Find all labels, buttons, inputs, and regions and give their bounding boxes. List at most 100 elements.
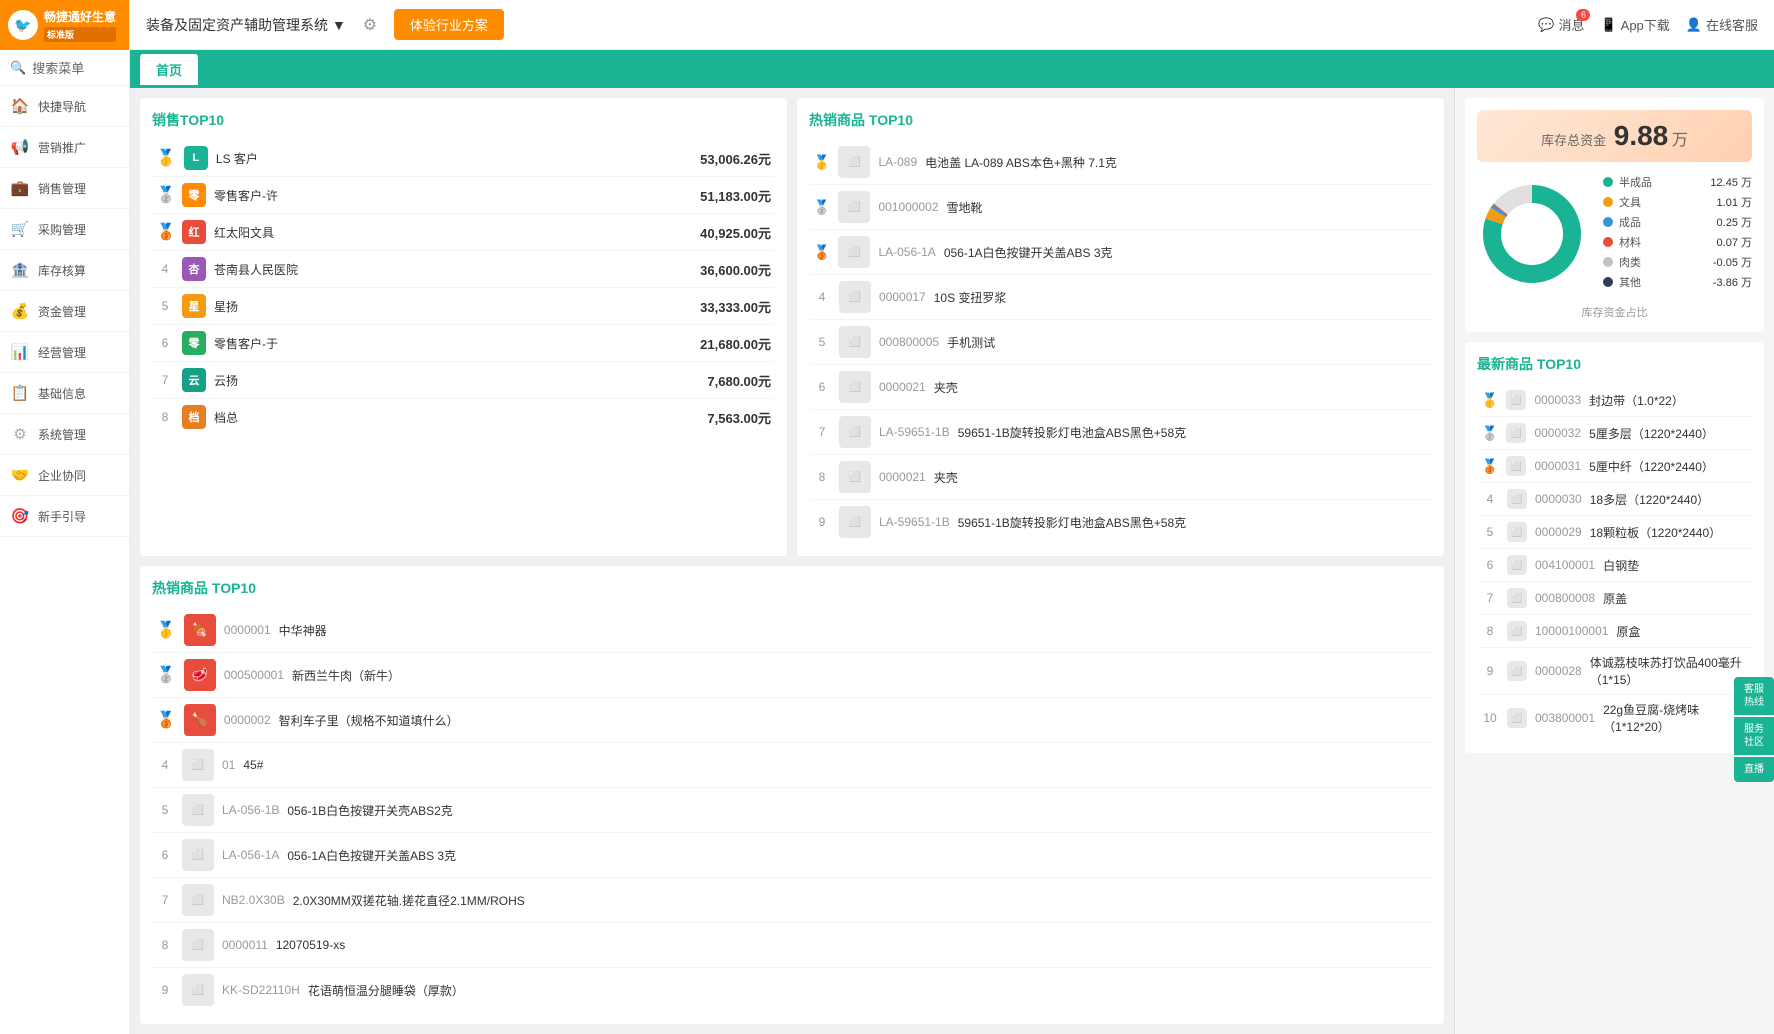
medal-icon: 🥇 — [156, 620, 176, 640]
sidebar-item-finance[interactable]: 💰 资金管理 — [0, 291, 129, 332]
inventory-icon: 🏦 — [10, 260, 30, 280]
product-icon: ⬜ — [838, 146, 870, 178]
product-icon: ⬜ — [839, 461, 871, 493]
notification-icon: 💬 — [1538, 17, 1554, 33]
livestream-button[interactable]: 直播 — [1734, 757, 1774, 782]
rank-num: 🥈 — [813, 199, 830, 216]
list-item: 🥈 零 零售客户-许 51,183.00元 — [152, 177, 775, 214]
list-item: 8 ⬜ 0000011 12070519-xs — [152, 923, 1432, 968]
stock-legend: 半成品 12.45 万 文具 1.01 万 成品 0.25 万 — [1603, 174, 1752, 294]
list-item: 🥉 ⬜ LA-056-1A 056-1A白色按键开关盖ABS 3克 — [809, 230, 1432, 275]
product-icon: ⬜ — [182, 839, 214, 871]
legend-dot — [1603, 237, 1613, 247]
list-item: 7 ⬜ 000800008 原盖 — [1477, 582, 1752, 615]
legend-item: 半成品 12.45 万 — [1603, 174, 1752, 190]
product-icon: ⬜ — [1507, 588, 1527, 608]
product-icon: ⬜ — [182, 929, 214, 961]
hot-products-list: 🥇 🍖 0000001 中华神器 🥈 🥩 000500001 新西兰牛肉（新牛）… — [152, 608, 1432, 1012]
list-item: 5 ⬜ LA-056-1B 056-1B白色按键开关壳ABS2克 — [152, 788, 1432, 833]
avatar: 档 — [182, 405, 206, 429]
legend-item: 其他 -3.86 万 — [1603, 274, 1752, 290]
list-item: 4 ⬜ 0000030 18多层（1220*2440） — [1477, 483, 1752, 516]
legend-dot — [1603, 217, 1613, 227]
trial-button[interactable]: 体验行业方案 — [394, 9, 504, 40]
system-title-dropdown[interactable]: 装备及固定资产辅助管理系统 ▼ — [146, 15, 346, 35]
top-customers-title: 销售TOP10 — [152, 110, 775, 130]
list-item: 9 ⬜ KK-SD22110H 花语萌恒温分腿睡袋（厚款） — [152, 968, 1432, 1012]
service-community-button[interactable]: 服务社区 — [1734, 717, 1774, 755]
newest-products-section: 最新商品 TOP10 🥇 ⬜ 0000033 封边带（1.0*22） 🥈 ⬜ 0… — [1465, 342, 1764, 753]
list-item: 🥇 ⬜ LA-089 电池盖 LA-089 ABS本色+黑种 7.1克 — [809, 140, 1432, 185]
newest-products-list: 🥇 ⬜ 0000033 封边带（1.0*22） 🥈 ⬜ 0000032 5厘多层… — [1477, 384, 1752, 741]
sidebar-item-management[interactable]: 📊 经营管理 — [0, 332, 129, 373]
service-icon: 👤 — [1686, 17, 1702, 33]
dropdown-icon: ▼ — [332, 17, 346, 33]
sidebar-item-cooperation[interactable]: 🤝 企业协同 — [0, 455, 129, 496]
list-item: 4 ⬜ 01 45# — [152, 743, 1432, 788]
medal-icon: 🥉 — [1481, 458, 1498, 475]
product-icon: ⬜ — [1507, 661, 1527, 681]
list-item: 🥉 🍗 0000002 智利车子里（规格不知道填什么） — [152, 698, 1432, 743]
list-item: 🥈 🥩 000500001 新西兰牛肉（新牛） — [152, 653, 1432, 698]
list-item: 8 ⬜ 10000100001 原盒 — [1477, 615, 1752, 648]
notification-button[interactable]: 💬 消息 6 — [1538, 15, 1584, 34]
list-item: 🥇 🍖 0000001 中华神器 — [152, 608, 1432, 653]
donut-chart — [1477, 179, 1587, 289]
sidebar-item-marketing[interactable]: 📢 营销推广 — [0, 127, 129, 168]
topbar-right: 💬 消息 6 📱 App下载 👤 在线客服 — [1538, 15, 1758, 34]
legend-dot — [1603, 277, 1613, 287]
finance-icon: 💰 — [10, 301, 30, 321]
product-image: 🥩 — [184, 659, 216, 691]
list-item: 7 云 云扬 7,680.00元 — [152, 362, 775, 399]
stock-total: 库存总资金 9.88 万 — [1477, 110, 1752, 162]
product-icon: ⬜ — [839, 416, 871, 448]
hot-products-section: 热销商品 TOP10 🥇 🍖 0000001 中华神器 🥈 🥩 00050000… — [140, 566, 1444, 1024]
avatar: L — [184, 146, 208, 170]
top-customers-section: 销售TOP10 🥇 L LS 客户 53,006.26元 🥈 零 零售客户- — [140, 98, 787, 556]
main-area: 装备及固定资产辅助管理系统 ▼ ⚙ 体验行业方案 💬 消息 6 📱 App下载 … — [130, 0, 1774, 1034]
home-icon: 🏠 — [10, 96, 30, 116]
sidebar-item-guide[interactable]: 🎯 新手引导 — [0, 496, 129, 537]
list-item: 4 ⬜ 0000017 10S 变扭罗浆 — [809, 275, 1432, 320]
online-service-button[interactable]: 👤 在线客服 — [1686, 15, 1758, 34]
list-item: 6 ⬜ LA-056-1A 056-1A白色按键开关盖ABS 3克 — [152, 833, 1432, 878]
list-item: 7 ⬜ NB2.0X30B 2.0X30MM双搓花轴.搓花直径2.1MM/ROH… — [152, 878, 1432, 923]
sidebar-item-shortcuts[interactable]: 🏠 快捷导航 — [0, 86, 129, 127]
sidebar-item-purchase[interactable]: 🛒 采购管理 — [0, 209, 129, 250]
list-item: 9 ⬜ 0000028 体诚荔枝味苏打饮品400毫升（1*15） — [1477, 648, 1752, 695]
list-item: 4 杏 苍南县人民医院 36,600.00元 — [152, 251, 775, 288]
product-icon: ⬜ — [839, 371, 871, 403]
list-item: 🥉 红 红太阳文具 40,925.00元 — [152, 214, 775, 251]
search-icon: 🔍 — [10, 60, 26, 76]
product-image: 🍗 — [184, 704, 216, 736]
sidebar-item-sales[interactable]: 💼 销售管理 — [0, 168, 129, 209]
app-download-button[interactable]: 📱 App下载 — [1600, 15, 1669, 34]
guide-icon: 🎯 — [10, 506, 30, 526]
top-products-sales-section: 热销商品 TOP10 🥇 ⬜ LA-089 电池盖 LA-089 ABS本色+黑… — [797, 98, 1444, 556]
rank-num: 🥉 — [156, 222, 174, 242]
list-item: 6 零 零售客户-于 21,680.00元 — [152, 325, 775, 362]
tab-home[interactable]: 首页 — [140, 54, 198, 85]
settings-button[interactable]: ⚙ — [356, 11, 384, 39]
topbar: 装备及固定资产辅助管理系统 ▼ ⚙ 体验行业方案 💬 消息 6 📱 App下载 … — [130, 0, 1774, 50]
sidebar-item-system[interactable]: ⚙ 系统管理 — [0, 414, 129, 455]
sidebar: 🐦 畅捷通好生意 标准版 🔍 搜索菜单 🏠 快捷导航 📢 营销推广 💼 销售管理… — [0, 0, 130, 1034]
product-image: 🍖 — [184, 614, 216, 646]
list-item: 🥇 L LS 客户 53,006.26元 — [152, 140, 775, 177]
list-item: 6 ⬜ 0000021 夹壳 — [809, 365, 1432, 410]
sidebar-search[interactable]: 🔍 搜索菜单 — [0, 50, 129, 86]
product-icon: ⬜ — [182, 794, 214, 826]
list-item: 🥇 ⬜ 0000033 封边带（1.0*22） — [1477, 384, 1752, 417]
list-item: 7 ⬜ LA-59651-1B 59651-1B旋转投影灯电池盒ABS黑色+58… — [809, 410, 1432, 455]
logo-icon: 🐦 — [8, 10, 38, 40]
medal-icon: 🥉 — [156, 710, 176, 730]
middle-pane: 销售TOP10 🥇 L LS 客户 53,006.26元 🥈 零 零售客户- — [130, 88, 1454, 1034]
product-icon: ⬜ — [1507, 621, 1527, 641]
sidebar-item-inventory[interactable]: 🏦 库存核算 — [0, 250, 129, 291]
sidebar-item-basics[interactable]: 📋 基础信息 — [0, 373, 129, 414]
newest-products-title: 最新商品 TOP10 — [1477, 354, 1752, 374]
marketing-icon: 📢 — [10, 137, 30, 157]
customer-service-button[interactable]: 客服热线 — [1734, 677, 1774, 715]
float-buttons: 客服热线 服务社区 直播 — [1734, 677, 1774, 782]
legend-dot — [1603, 197, 1613, 207]
